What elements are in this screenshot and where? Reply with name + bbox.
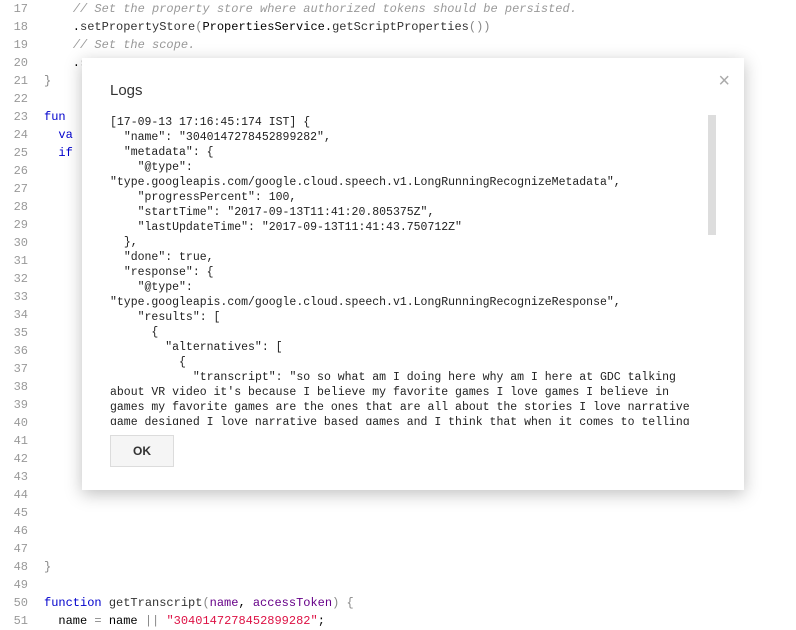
line-number: 19 xyxy=(0,36,28,54)
line-number: 31 xyxy=(0,252,28,270)
line-number: 48 xyxy=(0,558,28,576)
log-output: [17-09-13 17:16:45:174 IST] { "name": "3… xyxy=(110,115,716,425)
dialog-title: Logs xyxy=(110,82,716,99)
line-number: 47 xyxy=(0,540,28,558)
line-number: 25 xyxy=(0,144,28,162)
line-number: 17 xyxy=(0,0,28,18)
code-line[interactable] xyxy=(44,576,796,594)
code-line[interactable]: // Set the scope. xyxy=(44,36,796,54)
line-number: 26 xyxy=(0,162,28,180)
line-number: 18 xyxy=(0,18,28,36)
scrollbar-thumb[interactable] xyxy=(708,115,716,235)
line-number: 21 xyxy=(0,72,28,90)
code-line[interactable]: function getTranscript(name, accessToken… xyxy=(44,594,796,612)
line-number: 40 xyxy=(0,414,28,432)
line-number: 27 xyxy=(0,180,28,198)
code-line[interactable] xyxy=(44,522,796,540)
line-number: 42 xyxy=(0,450,28,468)
line-number: 20 xyxy=(0,54,28,72)
line-number: 33 xyxy=(0,288,28,306)
line-number: 29 xyxy=(0,216,28,234)
line-number: 23 xyxy=(0,108,28,126)
line-number: 28 xyxy=(0,198,28,216)
code-line[interactable]: // Set the property store where authoriz… xyxy=(44,0,796,18)
line-number: 34 xyxy=(0,306,28,324)
code-line[interactable]: } xyxy=(44,558,796,576)
line-number: 36 xyxy=(0,342,28,360)
logs-dialog: × Logs [17-09-13 17:16:45:174 IST] { "na… xyxy=(82,58,744,490)
line-number: 30 xyxy=(0,234,28,252)
log-container: [17-09-13 17:16:45:174 IST] { "name": "3… xyxy=(110,115,716,425)
line-number: 50 xyxy=(0,594,28,612)
code-line[interactable]: .setPropertyStore(PropertiesService.getS… xyxy=(44,18,796,36)
line-number: 39 xyxy=(0,396,28,414)
line-gutter: 1718192021222324252627282930313233343536… xyxy=(0,0,36,630)
code-line[interactable] xyxy=(44,504,796,522)
line-number: 35 xyxy=(0,324,28,342)
line-number: 51 xyxy=(0,612,28,630)
line-number: 44 xyxy=(0,486,28,504)
close-icon[interactable]: × xyxy=(718,70,730,93)
line-number: 37 xyxy=(0,360,28,378)
code-line[interactable] xyxy=(44,540,796,558)
code-line[interactable]: name = name || "3040147278452899282"; xyxy=(44,612,796,630)
modal-overlay: × Logs [17-09-13 17:16:45:174 IST] { "na… xyxy=(0,0,796,562)
line-number: 41 xyxy=(0,432,28,450)
line-number: 38 xyxy=(0,378,28,396)
line-number: 24 xyxy=(0,126,28,144)
dialog-footer: OK xyxy=(110,435,716,467)
line-number: 32 xyxy=(0,270,28,288)
line-number: 45 xyxy=(0,504,28,522)
ok-button[interactable]: OK xyxy=(110,435,174,467)
line-number: 22 xyxy=(0,90,28,108)
line-number: 43 xyxy=(0,468,28,486)
line-number: 46 xyxy=(0,522,28,540)
line-number: 49 xyxy=(0,576,28,594)
